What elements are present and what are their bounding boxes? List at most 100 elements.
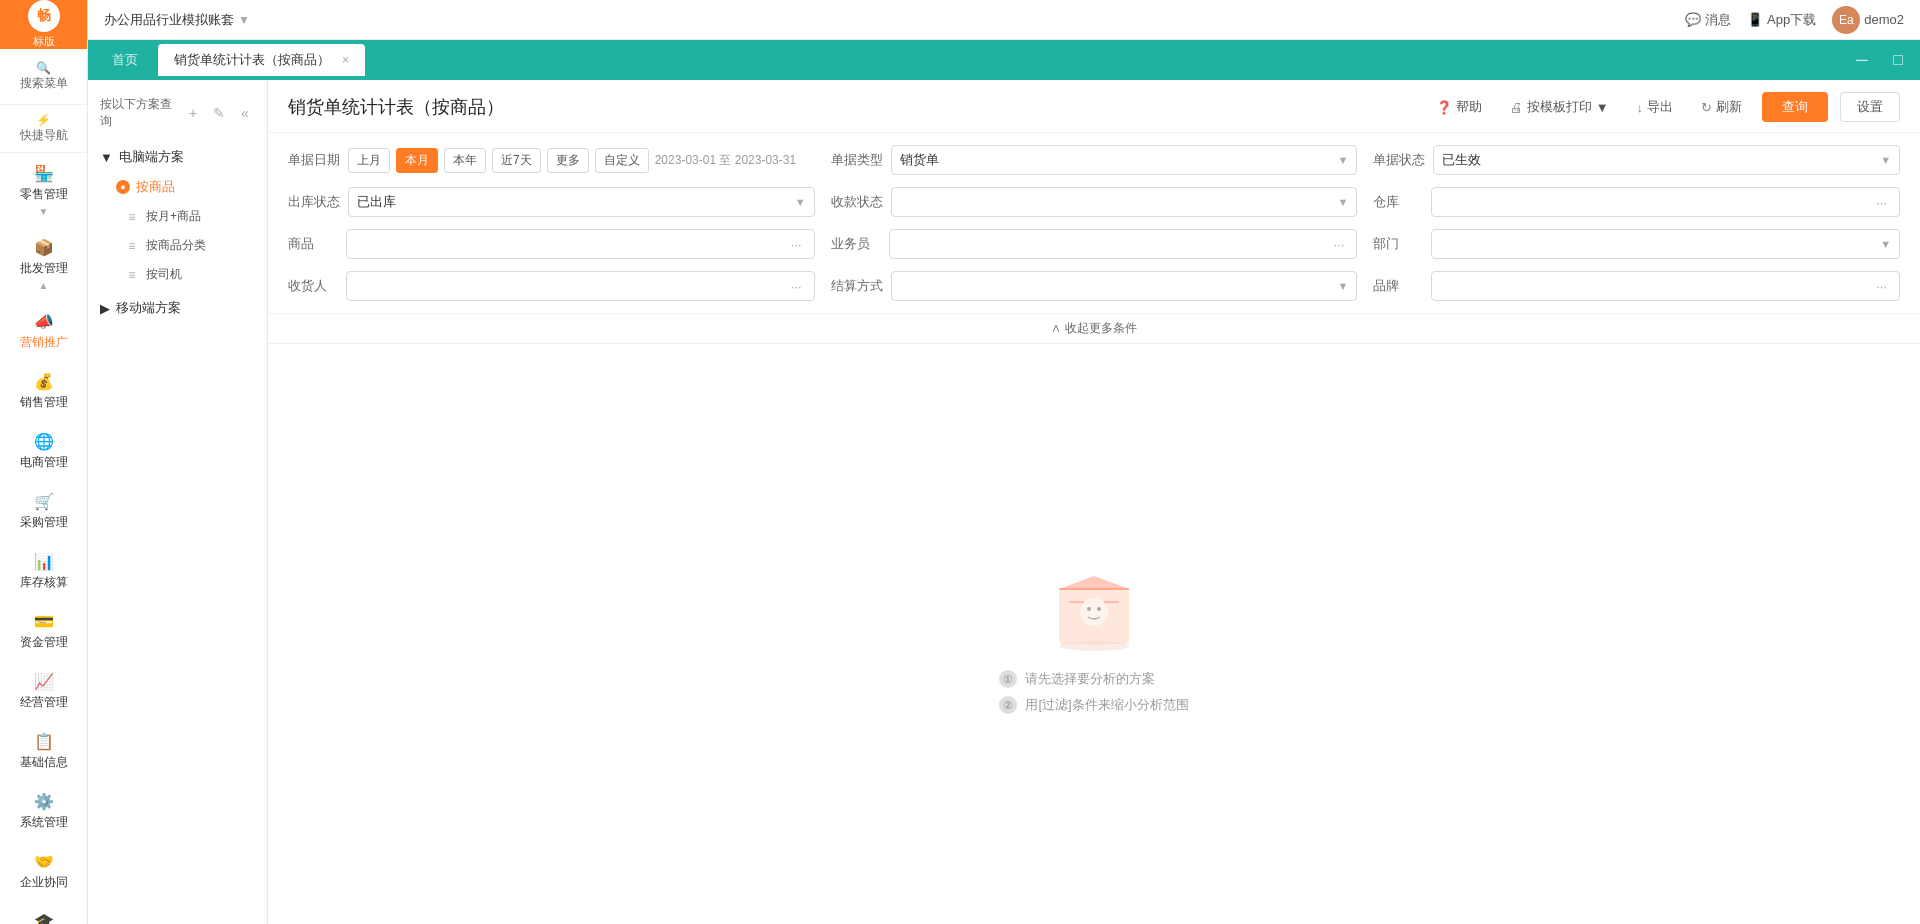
date-group: 上月 本月 本年 近7天 更多 自定义 2023-03-01 至 2023-03…: [348, 148, 815, 173]
export-label: 导出: [1647, 98, 1673, 116]
print-btn[interactable]: 🖨 按模板打印 ▼: [1502, 94, 1617, 120]
sidebar-item-system[interactable]: ⚙️ 系统管理: [0, 781, 87, 841]
inventory-icon: 📊: [34, 551, 54, 571]
receiver-label: 收货人: [288, 277, 338, 295]
finance-label: 资金管理: [20, 634, 68, 651]
user-name: demo2: [1864, 12, 1904, 27]
collapse-panel-btn[interactable]: «: [235, 103, 255, 123]
salesperson-dots[interactable]: ···: [1330, 237, 1349, 252]
brand-label: 品牌: [1373, 277, 1423, 295]
order-type-select[interactable]: 销货单 ▼: [891, 145, 1358, 175]
date-7days-btn[interactable]: 近7天: [492, 148, 541, 173]
tab-sales-report[interactable]: 销货单统计计表（按商品） ×: [158, 44, 365, 76]
brand-dots[interactable]: ···: [1872, 279, 1891, 294]
payment-status-select[interactable]: ▼: [891, 187, 1358, 217]
filter-date-field: 单据日期 上月 本月 本年 近7天 更多 自定义 2023-03-01 至 20…: [288, 148, 815, 173]
logo-text: 标版: [33, 34, 55, 49]
filter-goods-field: 商品 ···: [288, 229, 815, 259]
filter-payment-status-field: 收款状态 ▼: [831, 187, 1358, 217]
message-icon: 💬: [1685, 12, 1701, 27]
left-panel-title: 按以下方案查询: [100, 96, 177, 130]
sidebar-item-operations[interactable]: 📈 经营管理: [0, 661, 87, 721]
sub-icon-2: ≡: [124, 238, 140, 254]
app-download-btn[interactable]: 📱 App下载: [1747, 11, 1816, 29]
enterprise-icon: 🤝: [34, 851, 54, 871]
avatar: Ea: [1832, 6, 1860, 34]
department-select[interactable]: ▼: [1431, 229, 1900, 259]
export-btn[interactable]: ↓ 导出: [1629, 94, 1682, 120]
sidebar-item-sales[interactable]: 💰 销售管理: [0, 361, 87, 421]
goods-dots[interactable]: ···: [787, 237, 806, 252]
receiver-dots[interactable]: ···: [787, 279, 806, 294]
date-prev-btn[interactable]: 上月: [348, 148, 390, 173]
collapse-bar[interactable]: ∧ 收起更多条件: [268, 314, 1920, 344]
left-panel: 按以下方案查询 + ✎ « ▼ 电脑端方案 ● 按商品 ≡ 按月+商品: [88, 80, 268, 924]
tree-item-by-category[interactable]: ≡ 按商品分类: [88, 231, 267, 260]
app-logo[interactable]: 畅 标版: [0, 0, 88, 49]
sidebar-item-wholesale[interactable]: 📦 批发管理 ▲: [0, 227, 87, 301]
empty-state: ① 请先选择要分析的方案 ② 用[过滤]条件来缩小分析范围: [268, 344, 1920, 924]
settings-btn[interactable]: 设置: [1840, 92, 1900, 122]
sidebar-quick-nav[interactable]: ⚡ 快捷导航: [0, 105, 87, 153]
content-area: 按以下方案查询 + ✎ « ▼ 电脑端方案 ● 按商品 ≡ 按月+商品: [88, 80, 1920, 924]
receiver-input[interactable]: ···: [346, 271, 815, 301]
warehouse-label: 仓库: [1373, 193, 1423, 211]
message-btn[interactable]: 💬 消息: [1685, 11, 1731, 29]
help-icon: ❓: [1436, 100, 1452, 115]
sidebar-item-marketing[interactable]: 📣 营销推广: [0, 301, 87, 361]
tree-item-by-driver[interactable]: ≡ 按司机: [88, 260, 267, 289]
tab-maximize-btn[interactable]: □: [1884, 46, 1912, 74]
filter-order-status-field: 单据状态 已生效 ▼: [1373, 145, 1900, 175]
order-type-value: 销货单: [900, 151, 939, 169]
sidebar-item-ecom[interactable]: 🌐 电商管理: [0, 421, 87, 481]
desktop-scheme-parent[interactable]: ▼ 电脑端方案: [88, 142, 267, 172]
date-more-btn[interactable]: 更多: [547, 148, 589, 173]
tab-home[interactable]: 首页: [96, 44, 154, 76]
purchase-label: 采购管理: [20, 514, 68, 531]
filter-department-field: 部门 ▼: [1373, 229, 1900, 259]
tree-item-by-goods[interactable]: ● 按商品: [88, 172, 267, 202]
warehouse-dots[interactable]: ···: [1872, 195, 1891, 210]
mobile-arrow: ▶: [100, 301, 110, 316]
wh-status-select[interactable]: 已出库 ▼: [348, 187, 815, 217]
date-year-btn[interactable]: 本年: [444, 148, 486, 173]
brand-input[interactable]: ···: [1431, 271, 1900, 301]
svg-point-8: [1059, 641, 1129, 651]
goods-input[interactable]: ···: [346, 229, 815, 259]
tab-bar: 首页 销货单统计计表（按商品） × ─ □: [88, 40, 1920, 80]
order-status-select[interactable]: 已生效 ▼: [1433, 145, 1900, 175]
salesperson-label: 业务员: [831, 235, 881, 253]
query-btn[interactable]: 查询: [1762, 92, 1828, 122]
sidebar-search[interactable]: 🔍 搜索菜单: [0, 49, 87, 105]
settlement-select[interactable]: ▼: [891, 271, 1358, 301]
sidebar-item-guide[interactable]: 🎓 新手引导: [0, 901, 87, 924]
sidebar-item-finance[interactable]: 💳 资金管理: [0, 601, 87, 661]
sidebar-item-enterprise[interactable]: 🤝 企业协同: [0, 841, 87, 901]
retail-arrow: ▼: [39, 206, 49, 217]
order-status-value: 已生效: [1442, 151, 1481, 169]
sidebar-item-purchase[interactable]: 🛒 采购管理: [0, 481, 87, 541]
sidebar-item-retail[interactable]: 🏪 零售管理 ▼: [0, 153, 87, 227]
active-dot: ●: [116, 180, 130, 194]
help-label: 帮助: [1456, 98, 1482, 116]
salesperson-input[interactable]: ···: [889, 229, 1358, 259]
refresh-btn[interactable]: ↻ 刷新: [1693, 94, 1750, 120]
topbar-title-arrow: ▼: [238, 13, 250, 27]
inventory-label: 库存核算: [20, 574, 68, 591]
print-icon: 🖨: [1510, 100, 1523, 115]
empty-text-item-2: ② 用[过滤]条件来缩小分析范围: [999, 696, 1188, 714]
mobile-scheme-section[interactable]: ▶ 移动端方案: [88, 293, 267, 323]
tab-minimize-btn[interactable]: ─: [1848, 46, 1876, 74]
wholesale-icon: 📦: [34, 237, 54, 257]
user-profile[interactable]: Ea demo2: [1832, 6, 1904, 34]
tree-item-by-month-goods[interactable]: ≡ 按月+商品: [88, 202, 267, 231]
date-curr-btn[interactable]: 本月: [396, 148, 438, 173]
sidebar-item-inventory[interactable]: 📊 库存核算: [0, 541, 87, 601]
date-custom-btn[interactable]: 自定义: [595, 148, 649, 173]
edit-scheme-btn[interactable]: ✎: [209, 103, 229, 123]
tab-close-icon[interactable]: ×: [342, 53, 349, 67]
help-btn[interactable]: ❓ 帮助: [1428, 94, 1490, 120]
sidebar-item-basic[interactable]: 📋 基础信息: [0, 721, 87, 781]
add-scheme-btn[interactable]: +: [183, 103, 203, 123]
warehouse-input[interactable]: ···: [1431, 187, 1900, 217]
